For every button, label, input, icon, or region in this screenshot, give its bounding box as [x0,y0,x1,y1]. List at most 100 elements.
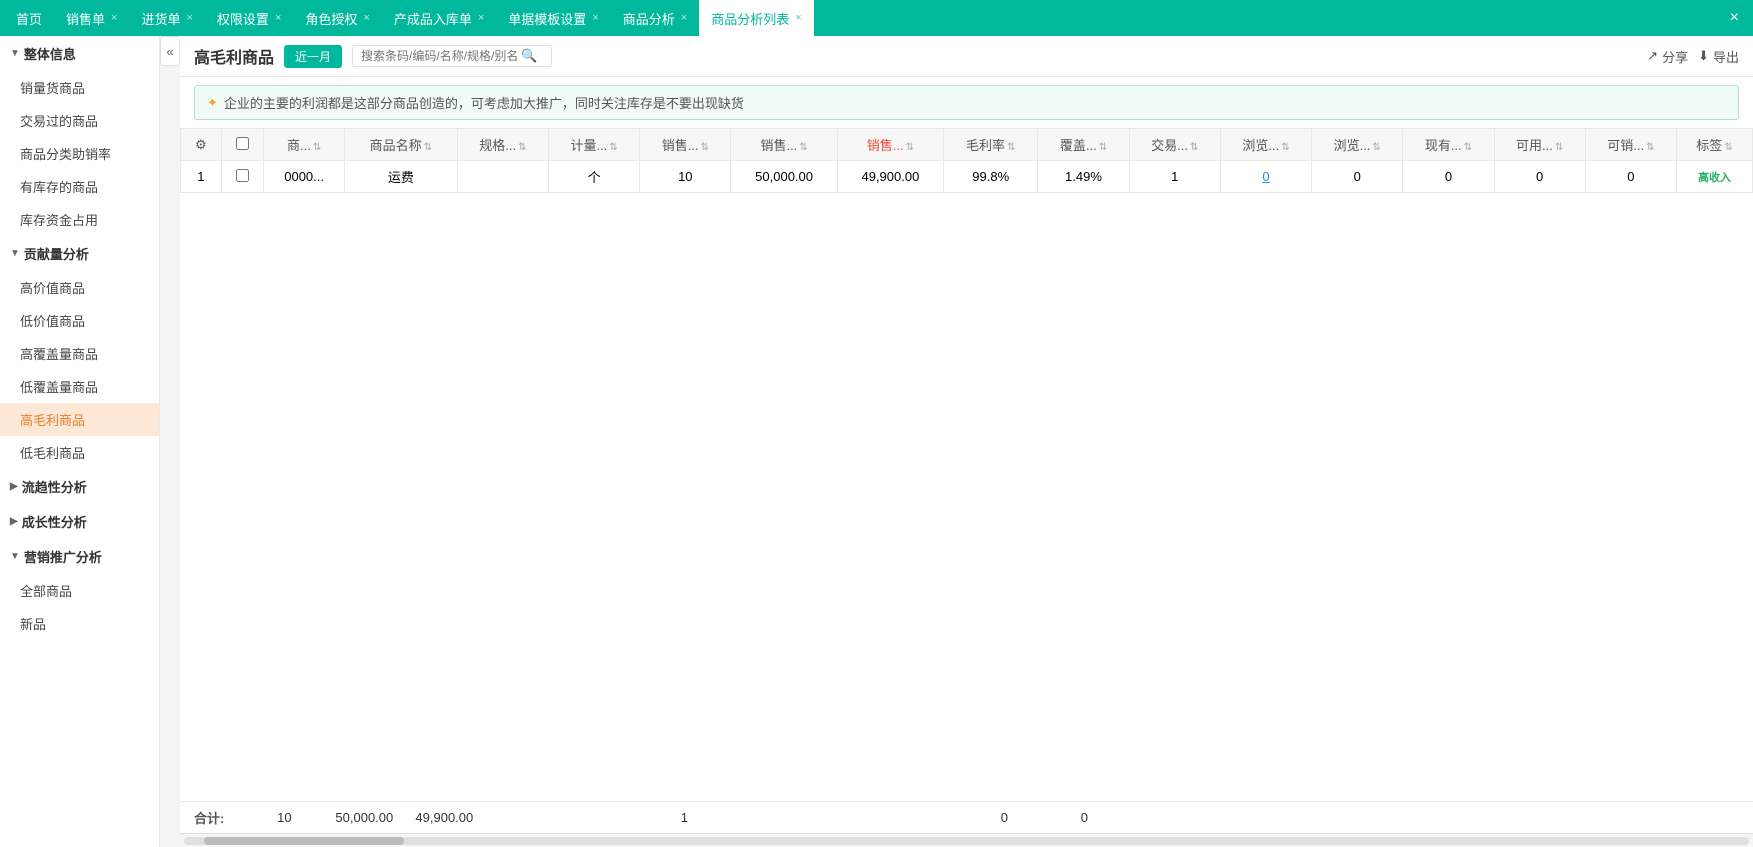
sidebar-section-flow[interactable]: ▶ 流趋性分析 [0,469,159,504]
footer-sales-cost: 49,900.00 [404,810,484,825]
bottom-scrollbar[interactable] [180,833,1753,847]
top-nav: 首页 销售单 × 进货单 × 权限设置 × 角色授权 × 产成品入库单 × 单据… [0,0,1753,36]
col-tag[interactable]: 标签⇅ [1677,129,1753,161]
close-icon[interactable]: × [478,12,484,24]
close-icon[interactable]: × [186,12,192,24]
col-browse1[interactable]: 浏览...⇅ [1220,129,1311,161]
filter-month-button[interactable]: 近一月 [284,45,342,68]
main-layout: ▼ 整体信息 销量货商品 交易过的商品 商品分类助销率 有库存的商品 库存资金占… [0,36,1753,847]
col-coverage[interactable]: 覆盖...⇅ [1038,129,1129,161]
table-wrapper: ⚙ 商...⇅ 商品名称⇅ 规格...⇅ 计量...⇅ 销售...⇅ 销售...… [180,128,1753,801]
footer-spacer3 [724,810,804,825]
content-header: 高毛利商品 近一月 🔍 ↗ 分享 ⬇ 导出 [180,36,1753,77]
page-title: 高毛利商品 [194,44,274,68]
col-gross-margin[interactable]: 毛利率⇅ [944,129,1038,161]
table-row: 1 0000... 运费 个 10 50,000.00 49,900.00 99… [181,161,1753,193]
footer-label: 合计: [194,808,224,827]
sidebar-item-new-goods[interactable]: 新品 [0,607,159,640]
cell-tag: 高收入 [1677,161,1753,193]
col-name[interactable]: 商品名称⇅ [344,129,457,161]
cell-sales-qty: 10 [640,161,731,193]
search-icon[interactable]: 🔍 [521,48,537,64]
search-input[interactable] [361,49,521,63]
sidebar: ▼ 整体信息 销量货商品 交易过的商品 商品分类助销率 有库存的商品 库存资金占… [0,36,160,847]
sidebar-item-sales-goods[interactable]: 销量货商品 [0,71,159,104]
sidebar-collapse-button[interactable]: « [160,36,180,66]
col-sales-qty[interactable]: 销售...⇅ [640,129,731,161]
cell-current-stock: 0 [1403,161,1494,193]
close-icon[interactable]: × [275,12,281,24]
sidebar-item-low-margin[interactable]: 低毛利商品 [0,436,159,469]
col-browse2[interactable]: 浏览...⇅ [1312,129,1403,161]
sidebar-item-all-goods[interactable]: 全部商品 [0,574,159,607]
footer-spacer5 [884,810,964,825]
footer-cells: 10 50,000.00 49,900.00 1 0 0 [244,810,1739,825]
close-icon[interactable]: × [795,12,801,24]
footer-sales-qty: 10 [244,810,324,825]
cell-checkbox[interactable] [221,161,264,193]
cell-available: 0 [1494,161,1585,193]
cell-index: 1 [181,161,222,193]
sidebar-section-marketing[interactable]: ▼ 营销推广分析 [0,539,159,574]
col-available[interactable]: 可用...⇅ [1494,129,1585,161]
row-checkbox[interactable] [236,169,249,182]
select-all-checkbox[interactable] [236,137,249,150]
sidebar-item-category-rate[interactable]: 商品分类助销率 [0,137,159,170]
expand-arrow-icon: ▶ [10,481,18,492]
close-icon[interactable]: × [681,12,687,24]
sidebar-section-contribution[interactable]: ▼ 贡献量分析 [0,236,159,271]
sidebar-item-high-coverage[interactable]: 高覆盖量商品 [0,337,159,370]
cell-transaction: 1 [1129,161,1220,193]
info-banner: ✦ 企业的主要的利润都是这部分商品创造的，可考虑加大推广，同时关注库存是不要出现… [194,85,1739,120]
sidebar-item-stock-capital[interactable]: 库存资金占用 [0,203,159,236]
nav-tab-purchase[interactable]: 进货单 × [129,0,204,36]
export-icon: ⬇ [1698,48,1709,64]
sidebar-item-instock-goods[interactable]: 有库存的商品 [0,170,159,203]
col-transaction[interactable]: 交易...⇅ [1129,129,1220,161]
nav-tab-analysis-list[interactable]: 商品分析列表 × [699,0,813,36]
cell-code: 0000... [264,161,345,193]
table-footer: 合计: 10 50,000.00 49,900.00 1 0 0 [180,801,1753,833]
nav-tab-sales[interactable]: 销售单 × [54,0,129,36]
sidebar-item-high-margin[interactable]: 高毛利商品 [0,403,159,436]
col-saleable[interactable]: 可销...⇅ [1585,129,1676,161]
col-sales-cost[interactable]: 销售...⇅ [837,129,943,161]
col-spec[interactable]: 规格...⇅ [457,129,548,161]
sidebar-item-low-coverage[interactable]: 低覆盖量商品 [0,370,159,403]
share-button[interactable]: ↗ 分享 [1647,47,1688,66]
footer-sales-amt: 50,000.00 [324,810,404,825]
header-actions: ↗ 分享 ⬇ 导出 [1647,47,1739,66]
col-sales-amt[interactable]: 销售...⇅ [731,129,837,161]
cell-browse1[interactable]: 0 [1220,161,1311,193]
nav-tab-product-in[interactable]: 产成品入库单 × [382,0,496,36]
col-current-stock[interactable]: 现有...⇅ [1403,129,1494,161]
data-table: ⚙ 商...⇅ 商品名称⇅ 规格...⇅ 计量...⇅ 销售...⇅ 销售...… [180,128,1753,193]
sidebar-item-low-value[interactable]: 低价值商品 [0,304,159,337]
sidebar-section-overall[interactable]: ▼ 整体信息 [0,36,159,71]
nav-tab-permission[interactable]: 权限设置 × [205,0,293,36]
scrollbar-track[interactable] [184,837,1749,845]
nav-tab-analysis[interactable]: 商品分析 × [611,0,699,36]
close-icon[interactable]: × [363,12,369,24]
sidebar-item-traded-goods[interactable]: 交易过的商品 [0,104,159,137]
col-unit[interactable]: 计量...⇅ [548,129,639,161]
col-code[interactable]: 商...⇅ [264,129,345,161]
sidebar-item-high-value[interactable]: 高价值商品 [0,271,159,304]
cell-gross-margin: 99.8% [944,161,1038,193]
cell-sales-cost: 49,900.00 [837,161,943,193]
close-icon[interactable]: × [592,12,598,24]
scrollbar-thumb[interactable] [204,837,404,845]
nav-tab-role[interactable]: 角色授权 × [293,0,381,36]
content-area: 高毛利商品 近一月 🔍 ↗ 分享 ⬇ 导出 ✦ 企业的主要的利润都是这部分商品创… [180,36,1753,847]
close-all-button[interactable]: × [1720,9,1749,27]
sidebar-section-growth[interactable]: ▶ 成长性分析 [0,504,159,539]
nav-tab-home[interactable]: 首页 [4,0,54,36]
expand-arrow-icon: ▼ [10,551,20,562]
col-checkbox[interactable] [221,129,264,161]
col-settings[interactable]: ⚙ [181,129,222,161]
cell-spec [457,161,548,193]
close-icon[interactable]: × [111,12,117,24]
export-button[interactable]: ⬇ 导出 [1698,47,1739,66]
nav-tab-template[interactable]: 单据模板设置 × [496,0,610,36]
footer-spacer2 [564,810,644,825]
